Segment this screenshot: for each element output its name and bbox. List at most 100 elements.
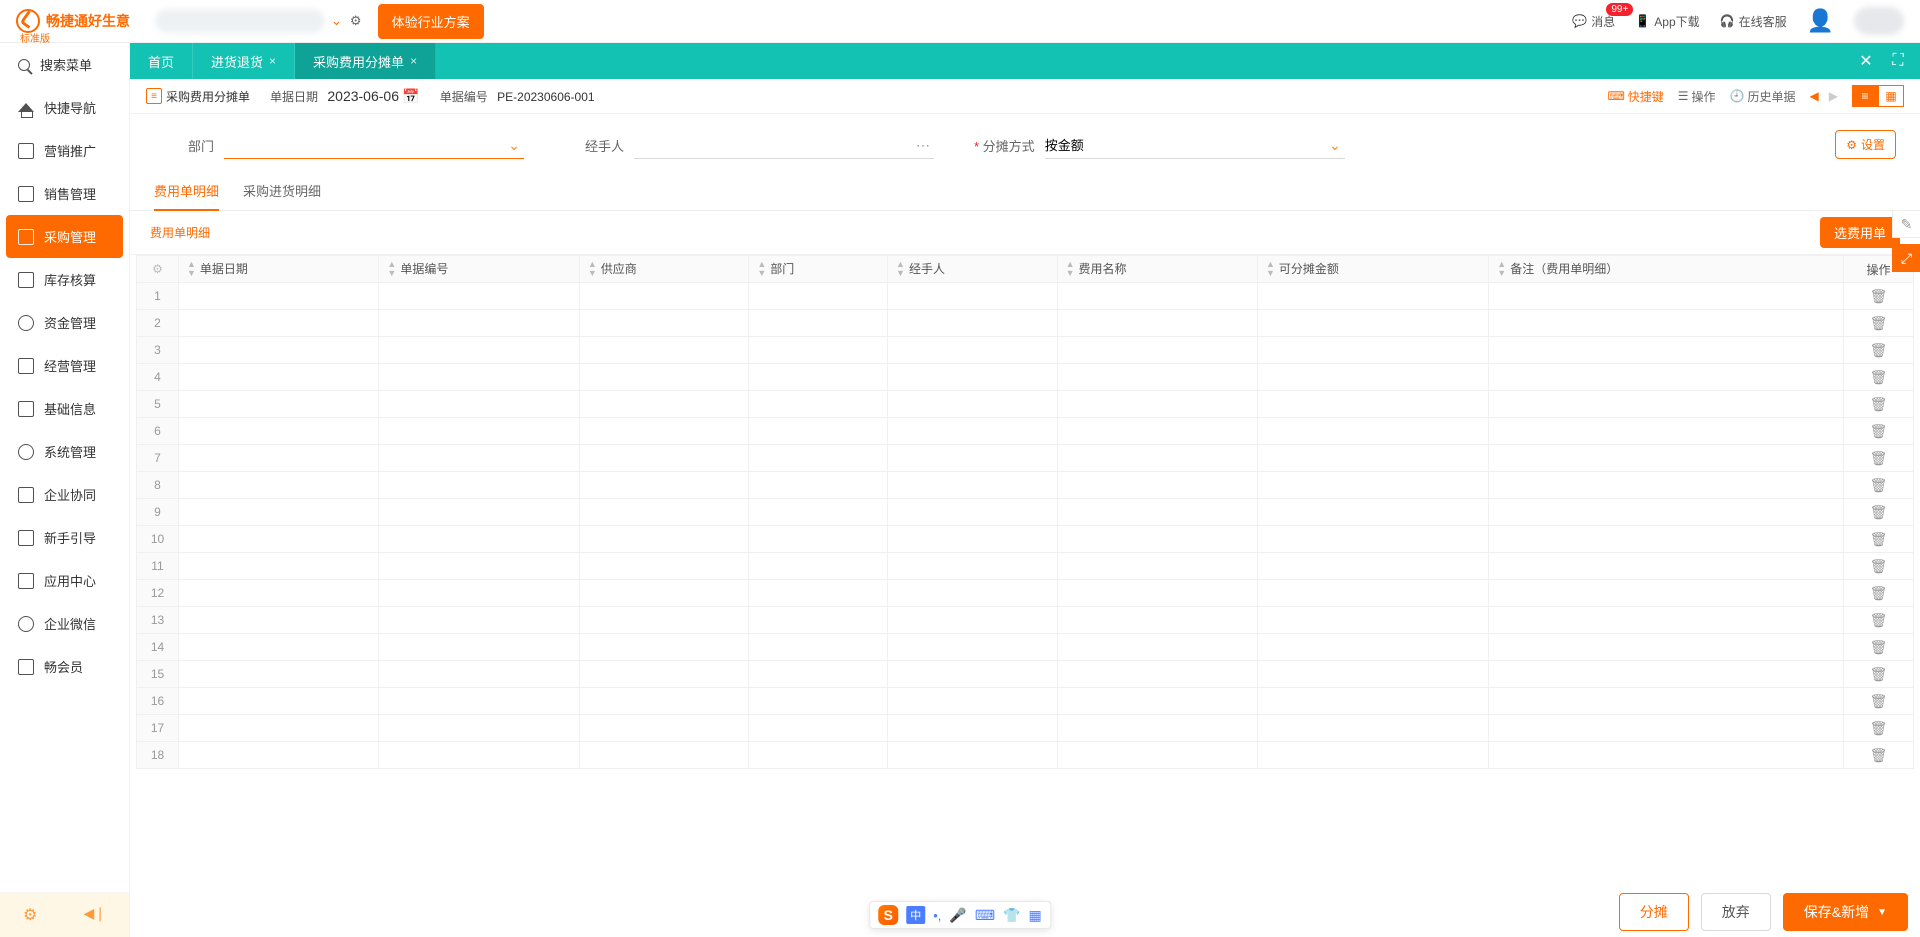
cell[interactable]: [379, 661, 579, 688]
cell[interactable]: [1258, 364, 1489, 391]
cell[interactable]: [579, 688, 749, 715]
chevron-down-icon[interactable]: ⌄: [1329, 137, 1341, 154]
cell[interactable]: [749, 337, 888, 364]
cell[interactable]: [749, 472, 888, 499]
cell[interactable]: [579, 526, 749, 553]
cell[interactable]: [749, 661, 888, 688]
delete-row-icon[interactable]: 🗑: [1844, 283, 1914, 310]
save-and-new-button[interactable]: 保存&新增 ▼: [1783, 893, 1908, 931]
calendar-icon[interactable]: 📅: [402, 88, 419, 104]
table-row[interactable]: 10🗑: [137, 526, 1914, 553]
cell[interactable]: [888, 499, 1058, 526]
cell[interactable]: [579, 445, 749, 472]
chevron-down-icon[interactable]: ▼: [1877, 907, 1887, 918]
cell[interactable]: [1258, 526, 1489, 553]
allocate-button[interactable]: 分摊: [1619, 893, 1689, 931]
cell[interactable]: [1258, 634, 1489, 661]
cell[interactable]: [749, 364, 888, 391]
col-code[interactable]: ▲▼单据编号: [379, 256, 579, 283]
cell[interactable]: [1057, 526, 1257, 553]
cell[interactable]: [1057, 580, 1257, 607]
tab-1[interactable]: 进货退货×: [193, 43, 295, 79]
ime-mode[interactable]: 中: [906, 906, 925, 924]
actions-menu[interactable]: ☰操作: [1678, 88, 1716, 105]
delete-row-icon[interactable]: 🗑: [1844, 661, 1914, 688]
cell[interactable]: [749, 283, 888, 310]
subtab-purchase-detail[interactable]: 采购进货明细: [243, 175, 321, 210]
cell[interactable]: [1258, 418, 1489, 445]
skin-icon[interactable]: 👕: [1003, 907, 1020, 924]
table-row[interactable]: 11🗑: [137, 553, 1914, 580]
cell[interactable]: [1057, 715, 1257, 742]
cell[interactable]: [1489, 337, 1844, 364]
settings-button[interactable]: ⚙ 设置: [1835, 130, 1896, 159]
cell[interactable]: [579, 283, 749, 310]
cell[interactable]: [1258, 553, 1489, 580]
cell[interactable]: [579, 310, 749, 337]
close-icon[interactable]: ×: [410, 54, 417, 68]
col-dept[interactable]: ▲▼部门: [749, 256, 888, 283]
cell[interactable]: [749, 742, 888, 769]
gear-icon[interactable]: ⚙: [350, 13, 362, 29]
table-row[interactable]: 6🗑: [137, 418, 1914, 445]
cell[interactable]: [179, 634, 379, 661]
cell[interactable]: [379, 418, 579, 445]
delete-row-icon[interactable]: 🗑: [1844, 364, 1914, 391]
delete-row-icon[interactable]: 🗑: [1844, 310, 1914, 337]
cell[interactable]: [749, 526, 888, 553]
experience-industry-button[interactable]: 体验行业方案: [378, 4, 484, 39]
cell[interactable]: [749, 634, 888, 661]
cell[interactable]: [379, 472, 579, 499]
cell[interactable]: [379, 283, 579, 310]
delete-row-icon[interactable]: 🗑: [1844, 445, 1914, 472]
cell[interactable]: [1258, 310, 1489, 337]
col-index[interactable]: ⚙: [137, 256, 179, 283]
collapse-icon[interactable]: ◀❘: [83, 905, 106, 925]
cell[interactable]: [888, 688, 1058, 715]
table-row[interactable]: 12🗑: [137, 580, 1914, 607]
sort-icon[interactable]: ▲▼: [896, 260, 905, 278]
sidebar-item-4[interactable]: 采购管理: [6, 215, 123, 258]
delete-row-icon[interactable]: 🗑: [1844, 337, 1914, 364]
sidebar-item-14[interactable]: 畅会员: [0, 645, 129, 688]
cell[interactable]: [888, 472, 1058, 499]
table-row[interactable]: 16🗑: [137, 688, 1914, 715]
online-service-link[interactable]: 🎧 在线客服: [1720, 13, 1787, 30]
user-name-blurred[interactable]: [1854, 7, 1904, 35]
cell[interactable]: [749, 418, 888, 445]
cell[interactable]: [888, 418, 1058, 445]
cell[interactable]: [1258, 688, 1489, 715]
shortcut-link[interactable]: ⌨快捷键: [1607, 88, 1663, 105]
cell[interactable]: [379, 715, 579, 742]
delete-row-icon[interactable]: 🗑: [1844, 418, 1914, 445]
cell[interactable]: [379, 742, 579, 769]
cell[interactable]: [1489, 526, 1844, 553]
sort-icon[interactable]: ▲▼: [1497, 260, 1506, 278]
cell[interactable]: [1057, 283, 1257, 310]
cell[interactable]: [579, 580, 749, 607]
cell[interactable]: [749, 607, 888, 634]
expand-panel-icon[interactable]: ⤢: [1892, 244, 1920, 272]
cell[interactable]: [179, 688, 379, 715]
sidebar-item-1[interactable]: 快捷导航: [0, 86, 129, 129]
cell[interactable]: [179, 310, 379, 337]
cell[interactable]: [1489, 364, 1844, 391]
cell[interactable]: [1258, 661, 1489, 688]
microphone-icon[interactable]: 🎤: [949, 907, 966, 924]
cell[interactable]: [1489, 310, 1844, 337]
gear-icon[interactable]: ⚙: [152, 262, 163, 276]
cell[interactable]: [379, 337, 579, 364]
cell[interactable]: [1057, 688, 1257, 715]
cell[interactable]: [1057, 310, 1257, 337]
cell[interactable]: [1258, 472, 1489, 499]
delete-row-icon[interactable]: 🗑: [1844, 391, 1914, 418]
col-date[interactable]: ▲▼单据日期: [179, 256, 379, 283]
fullscreen-icon[interactable]: ⛶: [1884, 47, 1912, 75]
cell[interactable]: [1489, 499, 1844, 526]
cell[interactable]: [1057, 499, 1257, 526]
cell[interactable]: [179, 418, 379, 445]
table-row[interactable]: 18🗑: [137, 742, 1914, 769]
close-icon[interactable]: ×: [269, 54, 276, 68]
cell[interactable]: [1489, 688, 1844, 715]
cell[interactable]: [379, 445, 579, 472]
